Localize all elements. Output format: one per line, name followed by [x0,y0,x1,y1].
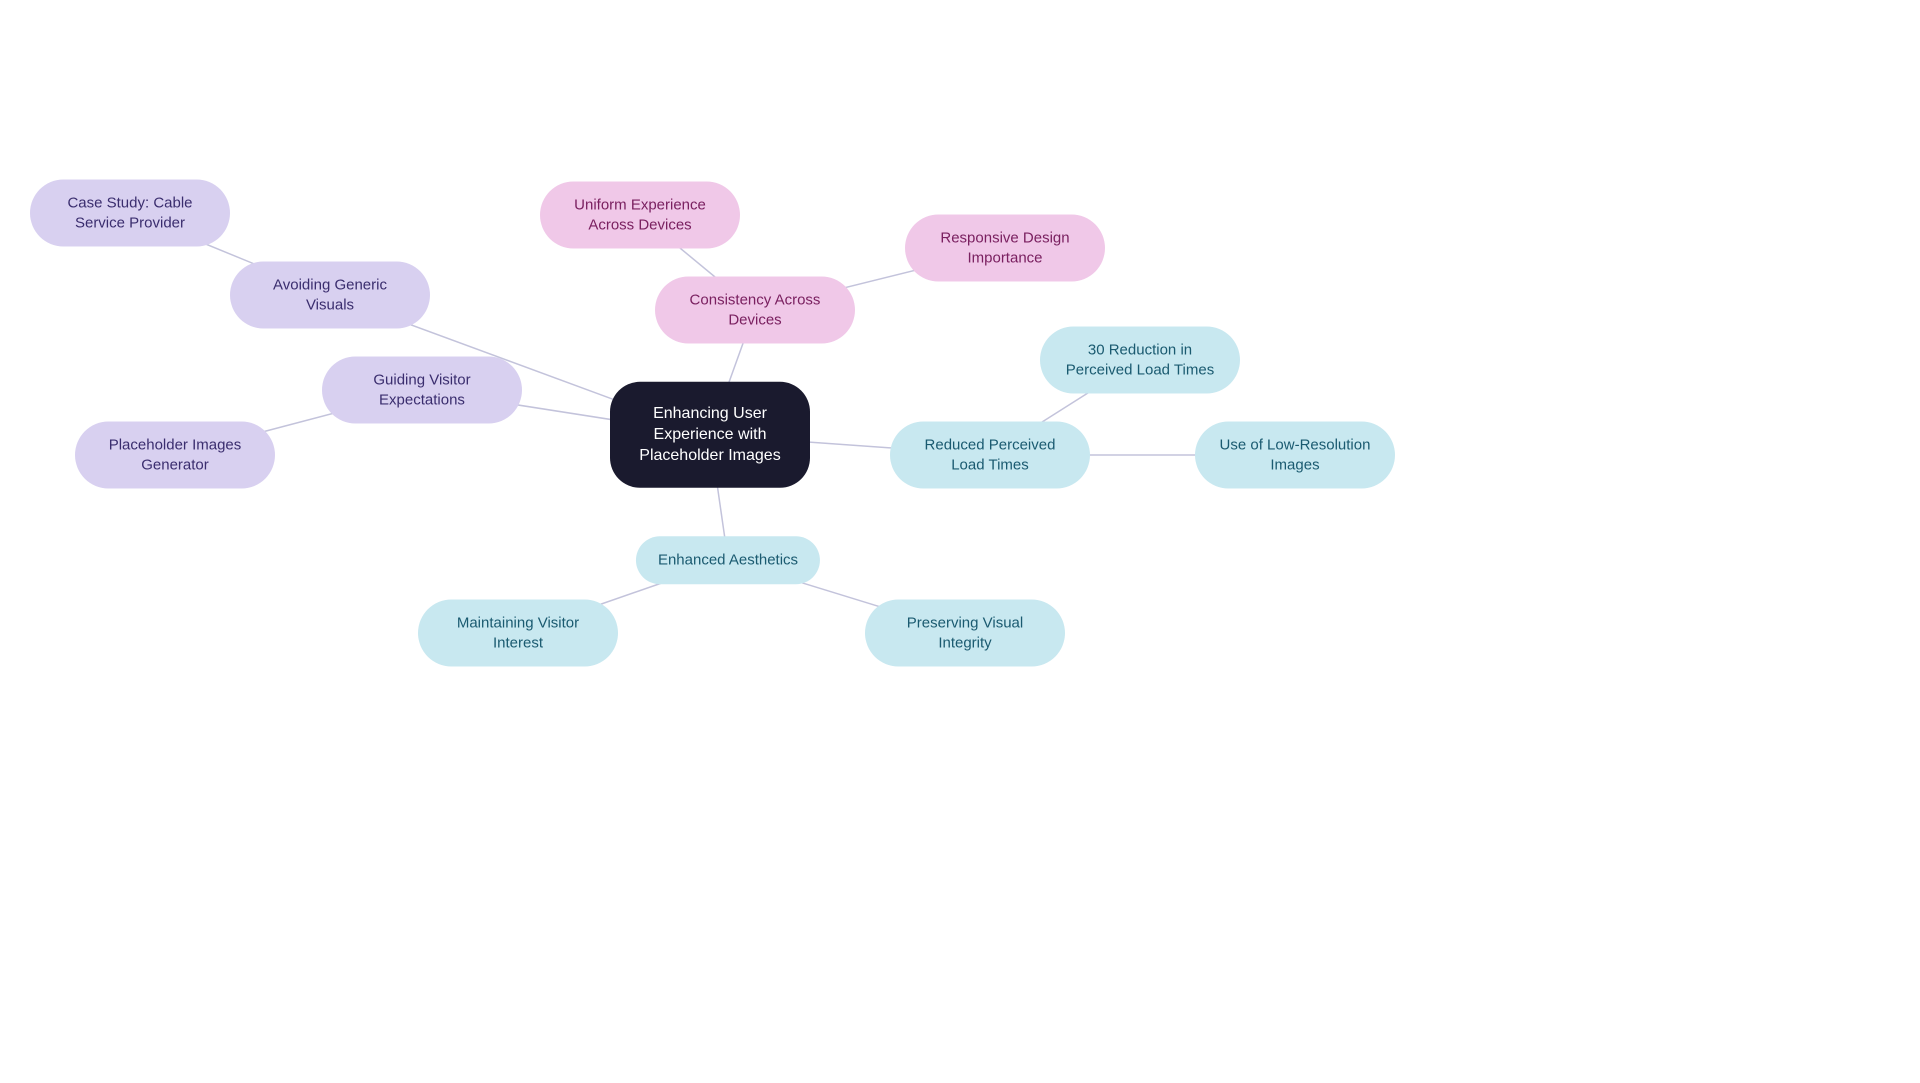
node-maintaining-visitor[interactable]: Maintaining Visitor Interest [418,600,618,667]
node-low-res[interactable]: Use of Low-Resolution Images [1195,422,1395,489]
node-enhanced-aesthetics[interactable]: Enhanced Aesthetics [636,536,820,584]
connection-lines [0,0,1920,1083]
node-uniform-exp[interactable]: Uniform Experience Across Devices [540,182,740,249]
node-responsive[interactable]: Responsive Design Importance [905,215,1105,282]
node-guiding-visitor[interactable]: Guiding Visitor Expectations [322,357,522,424]
node-avoiding-generic[interactable]: Avoiding Generic Visuals [230,262,430,329]
node-preserving-visual[interactable]: Preserving Visual Integrity [865,600,1065,667]
center-node[interactable]: Enhancing User Experience with Placehold… [610,382,810,488]
node-consistency[interactable]: Consistency Across Devices [655,277,855,344]
mindmap-canvas: Enhancing User Experience with Placehold… [0,0,1920,1083]
node-30-reduction[interactable]: 30 Reduction in Perceived Load Times [1040,327,1240,394]
node-placeholder-gen[interactable]: Placeholder Images Generator [75,422,275,489]
node-case-study[interactable]: Case Study: Cable Service Provider [30,180,230,247]
node-reduced-load[interactable]: Reduced Perceived Load Times [890,422,1090,489]
